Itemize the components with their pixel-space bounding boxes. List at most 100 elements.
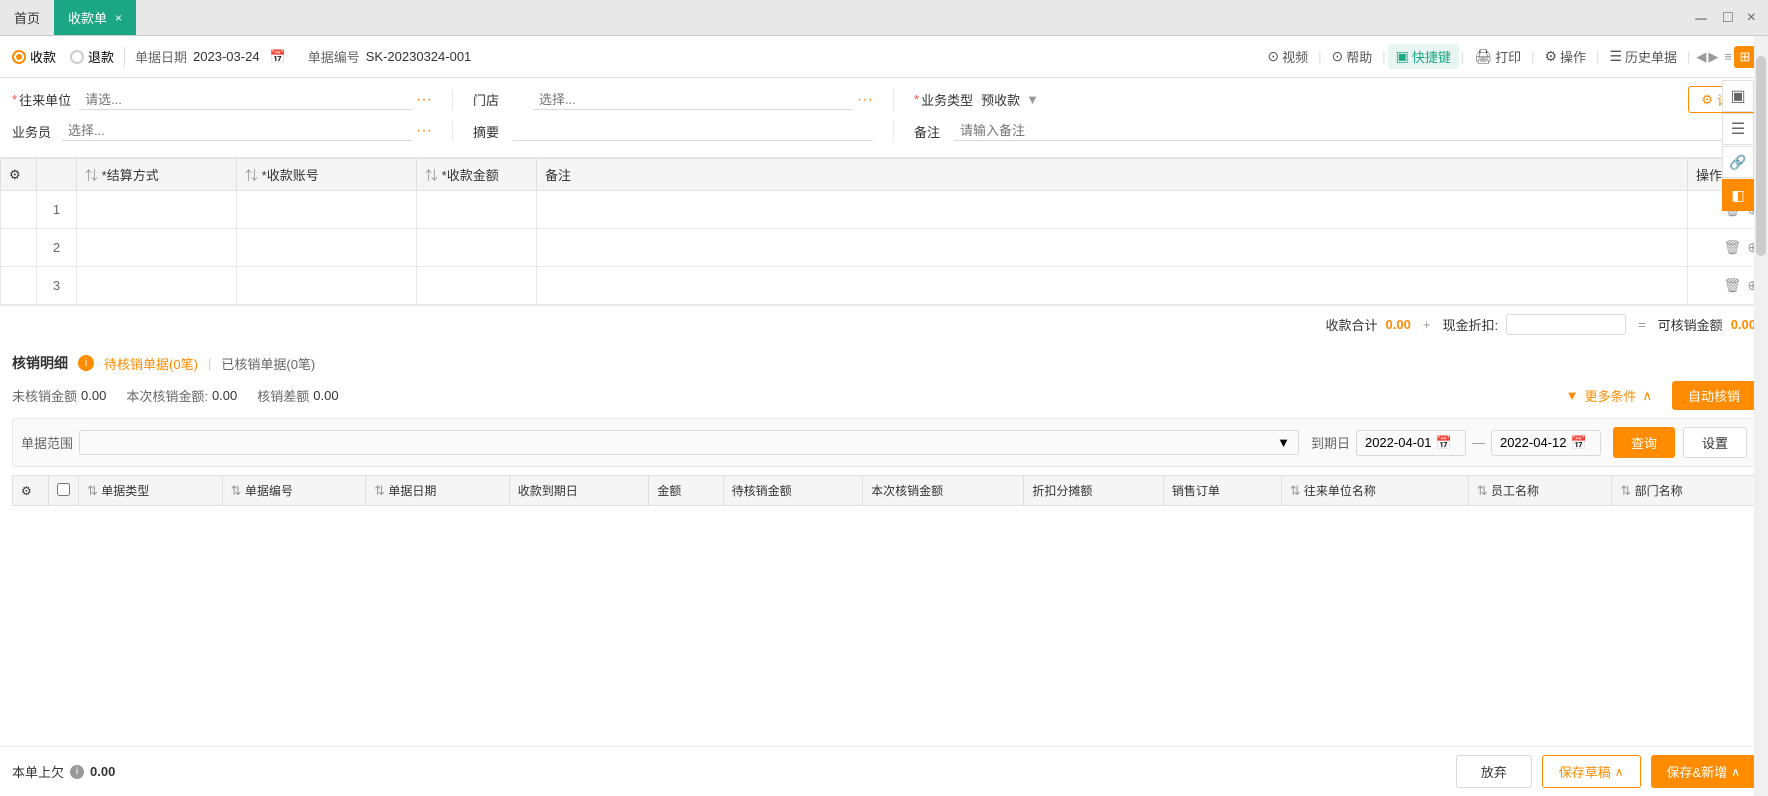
shortcut-button[interactable]: ▣ 快捷键 [1388, 44, 1459, 69]
account-header: ⇅ *收款账号 [237, 159, 417, 191]
row-3-settlement[interactable] [77, 267, 237, 305]
tab-close-icon[interactable]: × [115, 11, 122, 25]
receipt-radio-label: 收款 [30, 47, 56, 66]
help-button[interactable]: ⊙ 帮助 [1324, 44, 1381, 69]
save-new-button[interactable]: 保存&新增 ∧ [1651, 755, 1756, 788]
row-3-remark[interactable] [537, 267, 1688, 305]
right-panel-btn-3[interactable]: 🔗 [1722, 146, 1754, 178]
row-3-delete-icon[interactable]: 🗑 [1723, 277, 1741, 294]
refund-radio[interactable]: 退款 [70, 47, 114, 66]
filter-row: 单据范围 ▼ 到期日 2022-04-01 📅 — 2022-04-12 📅 [12, 418, 1756, 467]
staff-dots-button[interactable]: ··· [416, 123, 432, 139]
shortcut-icon: ▣ [1396, 48, 1409, 65]
row-1-account[interactable] [237, 191, 417, 229]
row-2-settlement[interactable] [77, 229, 237, 267]
date-end-input[interactable]: 2022-04-12 📅 [1491, 430, 1601, 456]
counterparty-dots-button[interactable]: ··· [416, 92, 432, 108]
unchecked-label: 未核销金额 [12, 386, 77, 405]
auto-verify-button[interactable]: 自动核销 [1672, 381, 1756, 410]
remarks-input[interactable] [954, 121, 1756, 141]
plus-sign: + [1423, 317, 1431, 332]
close-button[interactable]: × [1747, 9, 1756, 27]
amount-col-header: 金额 [649, 476, 723, 506]
window-controls: － □ × [1693, 6, 1768, 30]
bottom-stat-info-icon[interactable]: i [70, 765, 84, 779]
table-gear-header[interactable]: ⚙ [1, 159, 37, 191]
filter-settings-button[interactable]: 设置 [1683, 427, 1747, 458]
table-area: ⚙ ⇅ *结算方式 ⇅ *收款账号 ⇅ *收款金额 备注 [0, 158, 1768, 305]
doc-num-header: ⇅ 单据编号 [222, 476, 366, 506]
toolbar-actions: ⊙ 视频 | ⊙ 帮助 | ▣ 快捷键 | 🖨 打印 | ⚙ 操作 [1259, 44, 1756, 69]
layout-list-button[interactable]: ≡ [1724, 49, 1732, 64]
row-2-account[interactable] [237, 229, 417, 267]
staff-input[interactable] [62, 121, 412, 141]
query-button[interactable]: 查询 [1613, 427, 1675, 458]
bottom-gear-header[interactable]: ⚙ [13, 476, 49, 506]
row-1-remark[interactable] [537, 191, 1688, 229]
scroll-thumb[interactable] [1756, 56, 1766, 256]
minimize-button[interactable]: － [1693, 6, 1709, 30]
row-3-amount[interactable] [417, 267, 537, 305]
layout-card-button[interactable]: ⊞ [1734, 46, 1756, 68]
bottom-table-header-row: ⚙ ⇅ 单据类型 ⇅ 单据编号 ⇅ 单据日期 收款到期 [13, 476, 1756, 506]
biz-type-label: 业务类型 [921, 90, 981, 109]
tab-receipt[interactable]: 收款单 × [54, 0, 136, 35]
date-start-input[interactable]: 2022-04-01 📅 [1356, 430, 1466, 456]
right-panel-btn-4[interactable]: ◧ [1722, 179, 1754, 211]
current-verify-stat: 本次核销金额: 0.00 [126, 386, 237, 405]
abandon-button[interactable]: 放弃 [1456, 755, 1532, 788]
pending-tab-link[interactable]: 待核销单据(0笔) [104, 354, 198, 373]
row-2-amount[interactable] [417, 229, 537, 267]
settlement-header: ⇅ *结算方式 [77, 159, 237, 191]
select-all-checkbox[interactable] [57, 483, 70, 496]
more-conditions-label: 更多条件 [1584, 386, 1636, 405]
summary-input[interactable] [513, 121, 873, 141]
unchecked-stat: 未核销金额 0.00 [12, 386, 106, 405]
receipt-radio[interactable]: 收款 [12, 47, 56, 66]
doc-date-value: 2023-03-24 [193, 49, 260, 64]
cash-discount-input[interactable] [1506, 314, 1626, 335]
bottom-check-header[interactable] [49, 476, 79, 506]
row-3-account[interactable] [237, 267, 417, 305]
sales-order-header: 销售订单 [1163, 476, 1281, 506]
verification-info-icon[interactable]: i [78, 355, 94, 371]
doc-num-label: 单据编号 [308, 47, 360, 66]
bottom-bar: 本单上欠 i 0.00 放弃 保存草稿 ∧ 保存&新增 ∧ [0, 746, 1768, 796]
calendar-start-icon: 📅 [1435, 435, 1451, 451]
biz-type-select[interactable]: 预收款 ▼ [981, 90, 1039, 109]
nav-prev-button[interactable]: ◀ [1696, 49, 1706, 65]
shortcut-label: 快捷键 [1412, 47, 1451, 66]
row-2-delete-icon[interactable]: 🗑 [1723, 239, 1741, 256]
video-button[interactable]: ⊙ 视频 [1259, 44, 1316, 69]
row-2-remark[interactable] [537, 229, 1688, 267]
print-icon: 🖨 [1474, 48, 1492, 65]
print-button[interactable]: 🖨 打印 [1466, 44, 1529, 69]
nav-next-button[interactable]: ▶ [1708, 49, 1718, 65]
more-conditions-button[interactable]: ▼ 更多条件 ∧ [1566, 386, 1652, 405]
maximize-button[interactable]: □ [1723, 9, 1733, 27]
history-button[interactable]: ☰ 历史单据 [1601, 44, 1685, 69]
save-draft-button[interactable]: 保存草稿 ∧ [1542, 755, 1641, 788]
operation-button[interactable]: ⚙ 操作 [1536, 44, 1594, 69]
right-panel-btn-1[interactable]: ▣ [1722, 80, 1754, 112]
doc-date-sort-icon: ⇅ [374, 483, 385, 498]
tab-home-label: 首页 [14, 8, 40, 27]
tab-home[interactable]: 首页 [0, 0, 54, 35]
refund-radio-label: 退款 [88, 47, 114, 66]
store-input[interactable] [533, 90, 853, 110]
doc-type-header: ⇅ 单据类型 [79, 476, 223, 506]
row-1-settlement[interactable] [77, 191, 237, 229]
tab-separator: | [208, 356, 211, 371]
staff-sort-icon: ⇅ [1477, 483, 1488, 498]
store-dots-button[interactable]: ··· [857, 92, 873, 108]
calendar-icon[interactable]: 📅 [270, 49, 286, 65]
done-tab-link[interactable]: 已核销单据(0笔) [221, 354, 315, 373]
right-panel-btn-2[interactable]: ☰ [1722, 113, 1754, 145]
row-1-amount[interactable] [417, 191, 537, 229]
counterparty-input[interactable] [79, 90, 412, 110]
refund-radio-dot [70, 50, 84, 64]
print-label: 打印 [1495, 47, 1521, 66]
diff-label: 核销差额 [257, 386, 309, 405]
available-label: 可核销金额 [1658, 315, 1723, 334]
doc-range-select[interactable]: ▼ [79, 430, 1299, 455]
